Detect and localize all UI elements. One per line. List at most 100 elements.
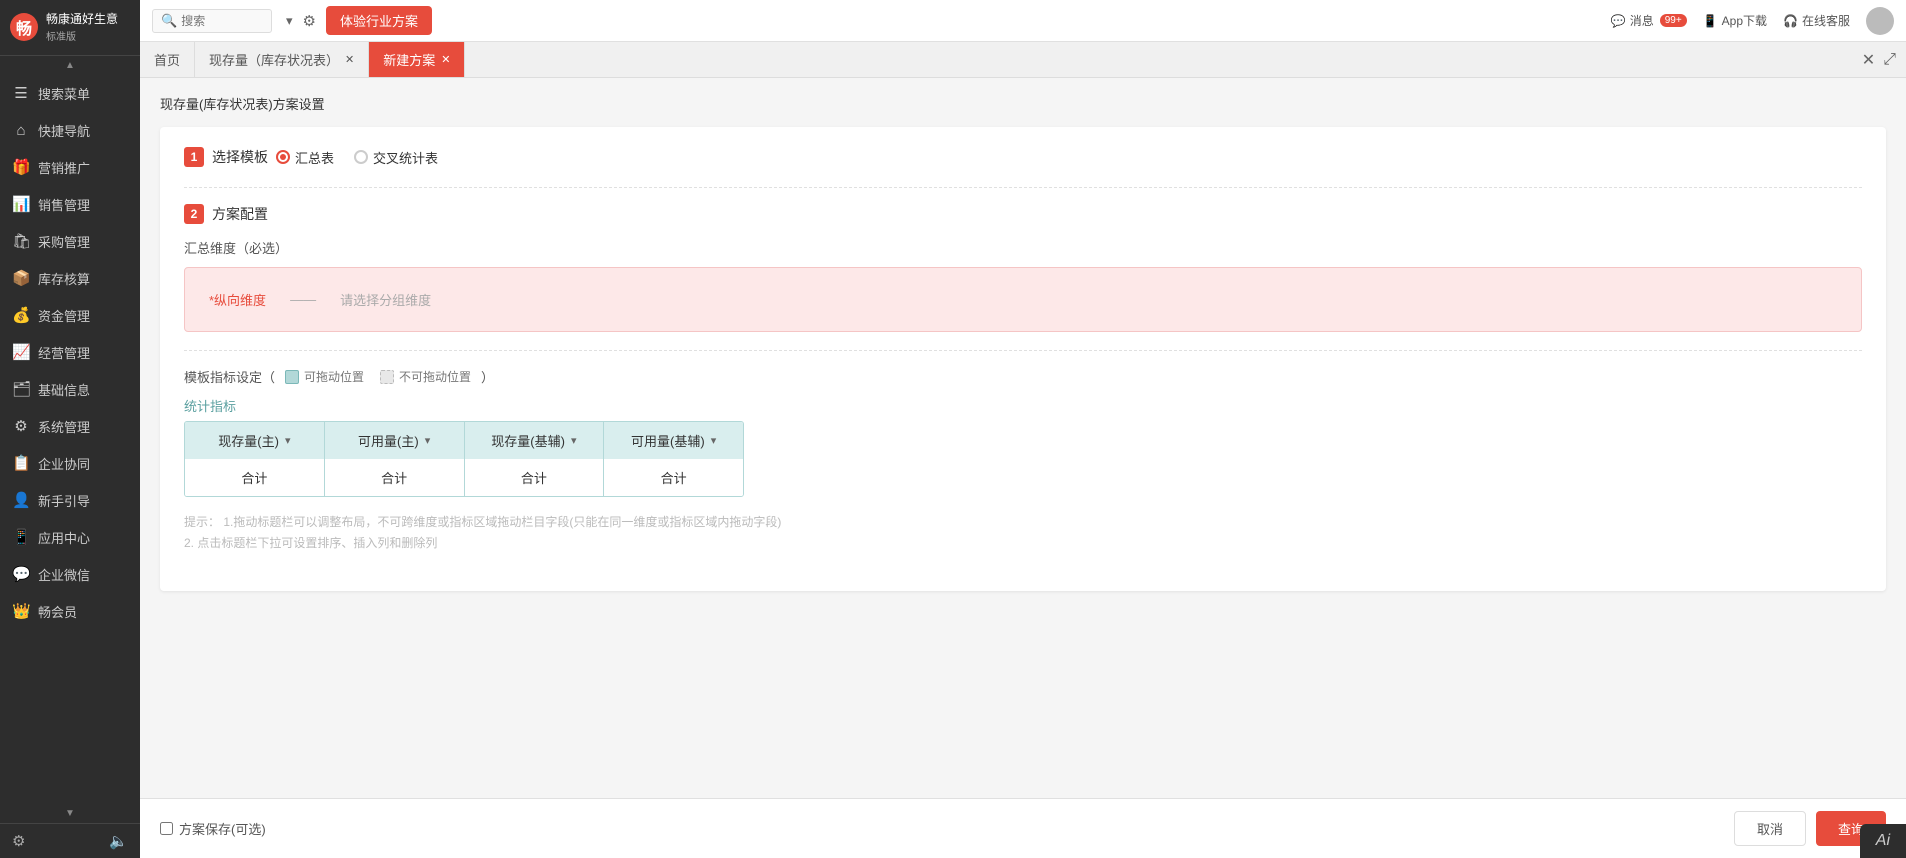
sidebar-item-search[interactable]: ☰ 搜索菜单: [0, 75, 140, 112]
sidebar-item-new-guide[interactable]: 👤 新手引导: [0, 482, 140, 519]
search-menu-icon: ☰: [12, 84, 30, 102]
radio-cross-circle: [354, 150, 368, 164]
sidebar-item-finance[interactable]: 💰 资金管理: [0, 297, 140, 334]
sidebar-item-purchase[interactable]: 🛍 采购管理: [0, 223, 140, 260]
sidebar-item-quick-nav[interactable]: ⌂ 快捷导航: [0, 112, 140, 149]
user-avatar[interactable]: [1866, 7, 1894, 35]
tip-1: 提示： 1.拖动标题栏可以调整布局，不可跨维度或指标区域拖动栏目字段(只能在同一…: [184, 513, 1862, 530]
col-arrow-2[interactable]: ▾: [571, 434, 577, 447]
sidebar-item-label: 资金管理: [38, 306, 90, 325]
radio-summary[interactable]: 汇总表: [276, 148, 334, 167]
col-body-0: 合计: [185, 459, 325, 496]
chart-icon: 📊: [12, 195, 30, 213]
sidebar-bottom: ⚙ 🔈: [0, 823, 140, 858]
radio-cross-label: 交叉统计表: [373, 148, 438, 167]
sidebar-item-sales[interactable]: 📊 销售管理: [0, 186, 140, 223]
online-service-item[interactable]: 🎧 在线客服: [1783, 12, 1850, 29]
sidebar-scroll-down[interactable]: ▼: [0, 804, 140, 823]
search-input[interactable]: [181, 14, 261, 28]
save-checkbox-input[interactable]: [160, 822, 173, 835]
col-sub-2: 合计: [521, 468, 547, 487]
message-badge: 99+: [1660, 14, 1687, 27]
step1-num: 1: [184, 147, 204, 167]
topbar: 🔍 ▾ ⚙ 体验行业方案 💬 消息 99+ 📱 App下载 🎧 在线客服: [140, 0, 1906, 42]
box-icon: 📦: [12, 269, 30, 287]
radio-cross[interactable]: 交叉统计表: [354, 148, 438, 167]
step2-label: 方案配置: [212, 204, 268, 224]
audio-icon[interactable]: 🔈: [109, 832, 128, 850]
summary-dimension-title: 汇总维度（必选）: [184, 238, 1862, 257]
expand-panel-icon[interactable]: ⤢: [1883, 51, 1896, 69]
sidebar-item-system[interactable]: ⚙ 系统管理: [0, 408, 140, 445]
tabs-bar: 首页 现存量（库存状况表） ✕ 新建方案 ✕ ✕ ⤢: [140, 42, 1906, 78]
tab-inventory-status[interactable]: 现存量（库存状况表） ✕: [195, 42, 369, 77]
sidebar-item-label: 系统管理: [38, 417, 90, 436]
col-header-0[interactable]: 现存量(主) ▾: [185, 422, 325, 459]
sidebar-item-label: 销售管理: [38, 195, 90, 214]
sidebar-item-basic-info[interactable]: 🗂 基础信息: [0, 371, 140, 408]
close-panel-icon[interactable]: ✕: [1862, 50, 1875, 70]
save-checkbox[interactable]: 方案保存(可选): [160, 819, 266, 838]
dimension-dash: ——: [290, 292, 316, 307]
tab-new-scheme-close[interactable]: ✕: [441, 53, 450, 66]
money-icon: 💰: [12, 306, 30, 324]
template-radio-group: 汇总表 交叉统计表: [276, 148, 438, 167]
system-icon: ⚙: [12, 417, 30, 435]
step2-num: 2: [184, 204, 204, 224]
topbar-gear-icon[interactable]: ⚙: [303, 12, 316, 30]
col-header-3[interactable]: 可用量(基辅) ▾: [604, 422, 743, 459]
indicator-legend: 可拖动位置 不可拖动位置: [285, 368, 471, 385]
step2-block: 2 方案配置 汇总维度（必选） *纵向维度 —— 请选择分组维度 模板指标设定（: [184, 204, 1862, 551]
trial-btn[interactable]: 体验行业方案: [326, 6, 432, 35]
app-name: 畅康通好生意: [46, 12, 118, 28]
sidebar-item-member[interactable]: 👑 畅会员: [0, 593, 140, 630]
col-header-1[interactable]: 可用量(主) ▾: [325, 422, 465, 459]
col-header-2[interactable]: 现存量(基辅) ▾: [465, 422, 605, 459]
dimension-box[interactable]: *纵向维度 —— 请选择分组维度: [184, 267, 1862, 332]
stats-table-body: 合计 合计 合计 合计: [185, 459, 743, 496]
legend-draggable-label: 可拖动位置: [304, 368, 364, 385]
settings-bottom-icon[interactable]: ⚙: [12, 832, 25, 850]
app-version: 标准版: [46, 28, 118, 43]
tab-inventory-close[interactable]: ✕: [345, 53, 354, 66]
col-arrow-0[interactable]: ▾: [285, 434, 291, 447]
sidebar-item-marketing[interactable]: 🎁 营销推广: [0, 149, 140, 186]
crown-icon: 👑: [12, 602, 30, 620]
col-body-3: 合计: [604, 459, 743, 496]
app-download-item[interactable]: 📱 App下载: [1703, 12, 1767, 29]
sidebar-item-app-center[interactable]: 📱 应用中心: [0, 519, 140, 556]
col-arrow-3[interactable]: ▾: [711, 434, 717, 447]
cancel-button[interactable]: 取消: [1734, 811, 1806, 846]
sidebar-item-label: 库存核算: [38, 269, 90, 288]
app-logo-icon: 畅: [10, 13, 38, 41]
sidebar-item-inventory[interactable]: 📦 库存核算: [0, 260, 140, 297]
sidebar-scroll-up[interactable]: ▲: [0, 56, 140, 75]
sidebar-item-operation[interactable]: 📈 经营管理: [0, 334, 140, 371]
tab-home[interactable]: 首页: [140, 42, 195, 77]
sidebar-item-label: 营销推广: [38, 158, 90, 177]
gift-icon: 🎁: [12, 158, 30, 176]
col-arrow-1[interactable]: ▾: [425, 434, 431, 447]
step1-header: 1 选择模板 汇总表 交叉统计表: [184, 147, 1862, 167]
search-box[interactable]: 🔍: [152, 9, 272, 33]
legend-not-draggable: 不可拖动位置: [380, 368, 471, 385]
sidebar: 畅 畅康通好生意 标准版 ▲ ☰ 搜索菜单 ⌂ 快捷导航 🎁 营销推广 📊 销售…: [0, 0, 140, 858]
message-icon: 💬: [1611, 14, 1626, 28]
sidebar-item-enterprise[interactable]: 📋 企业协同: [0, 445, 140, 482]
search-icon: 🔍: [161, 13, 177, 29]
not-draggable-box: [380, 370, 394, 384]
col-label-3: 可用量(基辅): [631, 431, 705, 450]
stats-table-header: 现存量(主) ▾ 可用量(主) ▾ 现存量(基辅) ▾ 可用量(基辅): [185, 422, 743, 459]
sidebar-item-enterprise-wechat[interactable]: 💬 企业微信: [0, 556, 140, 593]
folder-icon: 🗂: [12, 380, 30, 398]
col-label-0: 现存量(主): [218, 431, 279, 450]
dropdown-icon[interactable]: ▾: [286, 13, 293, 29]
tab-inventory-label: 现存量（库存状况表）: [209, 50, 339, 69]
col-label-2: 现存量(基辅): [491, 431, 565, 450]
message-item[interactable]: 💬 消息 99+: [1611, 12, 1687, 29]
col-body-1: 合计: [325, 459, 465, 496]
sidebar-nav: ☰ 搜索菜单 ⌂ 快捷导航 🎁 营销推广 📊 销售管理 🛍 采购管理 📦 库存核…: [0, 75, 140, 804]
mobile-icon: 📱: [12, 528, 30, 546]
tab-new-scheme[interactable]: 新建方案 ✕: [369, 42, 465, 77]
bag-icon: 🛍: [12, 232, 30, 250]
